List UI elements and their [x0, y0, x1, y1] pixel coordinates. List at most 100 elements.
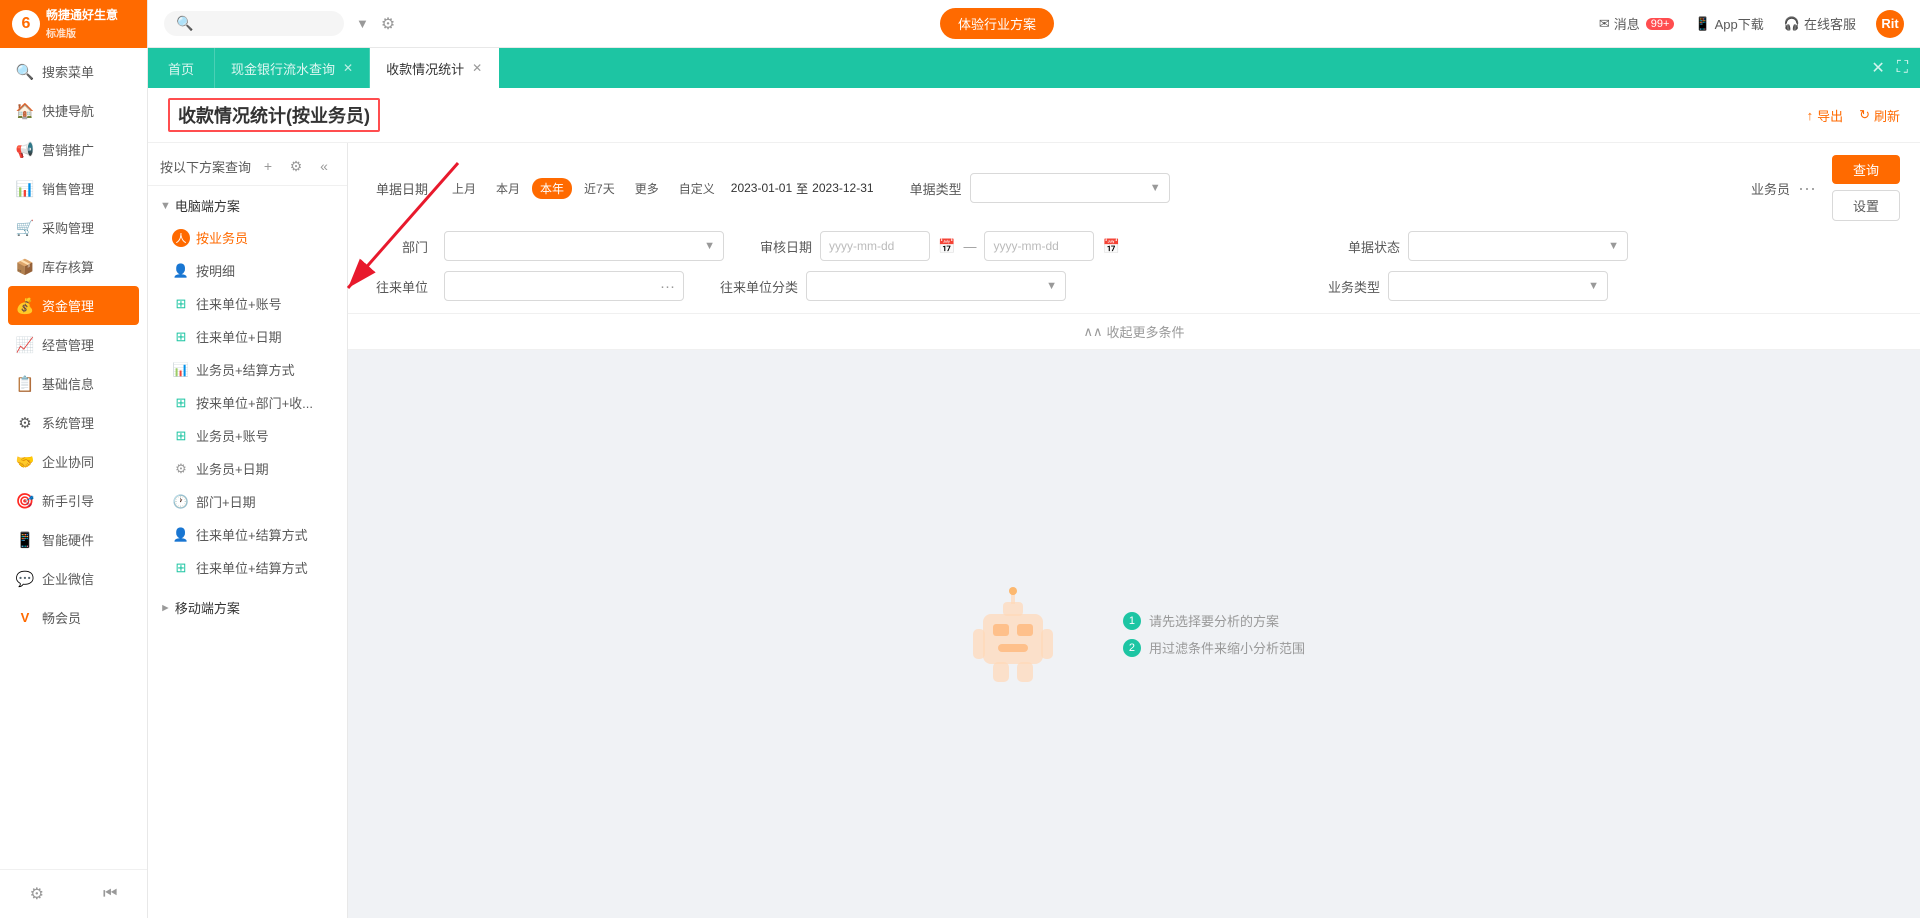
- page-title: 收款情况统计(按业务员): [168, 98, 380, 132]
- message-badge: 99+: [1646, 18, 1675, 30]
- message-btn[interactable]: ✉ 消息 99+: [1599, 14, 1675, 33]
- biz-type-label: 业务类型: [1328, 277, 1380, 296]
- biz-type-down-arrow: ▼: [1588, 280, 1599, 292]
- counterpart-input[interactable]: ···: [444, 271, 684, 301]
- date-shortcut-last-month[interactable]: 上月: [444, 178, 484, 199]
- date-shortcut-7days[interactable]: 近7天: [576, 178, 623, 199]
- counterpart-category-select[interactable]: ▼: [806, 271, 1066, 301]
- scheme-item-salesperson-date[interactable]: ⚙ 业务员+日期: [148, 452, 347, 485]
- sidebar-item-sales[interactable]: 📊 销售管理: [0, 169, 147, 208]
- sidebar-item-inventory[interactable]: 📦 库存核算: [0, 247, 147, 286]
- doc-status-select[interactable]: ▼: [1408, 231, 1628, 261]
- app-logo: 6 畅捷通好生意 标准版: [0, 0, 147, 48]
- date-shortcut-more[interactable]: 更多: [627, 178, 667, 199]
- scheme-item-counterpart-settlement2[interactable]: ⊞ 往来单位+结算方式: [148, 551, 347, 584]
- doc-type-select[interactable]: ▼: [970, 173, 1170, 203]
- sidebar-item-quick-nav[interactable]: 🏠 快捷导航: [0, 91, 147, 130]
- online-service-btn[interactable]: 🎧 在线客服: [1784, 14, 1856, 33]
- counterpart-category-label: 往来单位分类: [720, 277, 798, 296]
- scheme-item-by-dept[interactable]: ⊞ 按来单位+部门+收...: [148, 386, 347, 419]
- scheme-item-counterpart-settlement1[interactable]: 👤 往来单位+结算方式: [148, 518, 347, 551]
- tab-fullscreen-btn[interactable]: ⛶: [1897, 59, 1908, 77]
- date-shortcut-this-month[interactable]: 本月: [488, 178, 528, 199]
- refresh-button[interactable]: ↻ 刷新: [1859, 106, 1900, 125]
- empty-state: 1 请先选择要分析的方案 2 用过滤条件来缩小分析范围: [348, 350, 1920, 918]
- topbar-dropdown-icon[interactable]: ▼: [356, 16, 369, 31]
- pc-scheme-group-header[interactable]: ▼ 电脑端方案: [148, 190, 347, 221]
- main-area: 🔍 ▼ ⚙ 体验行业方案 ✉ 消息 99+ 📱 App下载 🎧 在线客服 Ri: [148, 0, 1920, 918]
- tab-close-all-btn[interactable]: ✕: [1871, 58, 1884, 78]
- dept-label: 部门: [368, 237, 428, 256]
- empty-hint-2: 2 用过滤条件来缩小分析范围: [1123, 638, 1305, 657]
- doc-status-label: 单据状态: [1348, 237, 1400, 256]
- review-date-to[interactable]: yyyy-mm-dd: [984, 231, 1094, 261]
- sidebar-item-purchase[interactable]: 🛒 采购管理: [0, 208, 147, 247]
- counterpart-category-filter: 往来单位分类 ▼: [720, 271, 1292, 301]
- smart-hardware-icon: 📱: [16, 531, 34, 549]
- topbar-search[interactable]: 🔍: [164, 11, 344, 36]
- user-avatar[interactable]: Rit: [1876, 10, 1904, 38]
- scheme-item-counterpart-account[interactable]: ⊞ 往来单位+账号: [148, 287, 347, 320]
- tab-bank-flow[interactable]: 现金银行流水查询 ✕: [215, 48, 370, 88]
- app-download-btn[interactable]: 📱 App下载: [1694, 14, 1763, 33]
- dept-down-arrow: ▼: [704, 240, 715, 252]
- tab-bank-flow-close[interactable]: ✕: [343, 61, 353, 75]
- sidebar-settings-btn[interactable]: ⚙: [24, 878, 50, 910]
- sidebar-item-enterprise[interactable]: 🤝 企业协同: [0, 442, 147, 481]
- review-date-to-placeholder: yyyy-mm-dd: [993, 239, 1058, 253]
- query-button[interactable]: 查询: [1832, 155, 1900, 184]
- sidebar-collapse-btn[interactable]: ⏮: [97, 879, 123, 909]
- scheme-item-salesperson-settlement[interactable]: 📊 业务员+结算方式: [148, 353, 347, 386]
- sidebar-item-smart-hardware[interactable]: 📱 智能硬件: [0, 520, 147, 559]
- chart-icon: 📊: [172, 361, 190, 379]
- sidebar-item-label: 企业微信: [42, 569, 94, 588]
- topbar-settings-icon[interactable]: ⚙: [381, 14, 395, 34]
- sidebar-item-basic-info[interactable]: 📋 基础信息: [0, 364, 147, 403]
- date-shortcut-this-year[interactable]: 本年: [532, 178, 572, 199]
- sidebar-item-operations[interactable]: 📈 经营管理: [0, 325, 147, 364]
- scheme-item-by-detail[interactable]: 👤 按明细: [148, 254, 347, 287]
- operations-icon: 📈: [16, 336, 34, 354]
- scheme-item-counterpart-date[interactable]: ⊞ 往来单位+日期: [148, 320, 347, 353]
- scheme-item-label: 往来单位+账号: [196, 294, 282, 313]
- review-date-from[interactable]: yyyy-mm-dd: [820, 231, 930, 261]
- mobile-group-label: 移动端方案: [175, 598, 240, 617]
- wechat-icon: 💬: [16, 570, 34, 588]
- mobile-scheme-group: ▼ 移动端方案: [148, 588, 347, 627]
- sidebar-item-label: 基础信息: [42, 374, 94, 393]
- calendar-icon-right[interactable]: 📅: [1102, 238, 1119, 255]
- sidebar-item-search-menu[interactable]: 🔍 搜索菜单: [0, 52, 147, 91]
- sidebar-item-guide[interactable]: 🎯 新手引导: [0, 481, 147, 520]
- doc-type-down-arrow: ▼: [1150, 182, 1161, 194]
- biz-type-select[interactable]: ▼: [1388, 271, 1608, 301]
- scheme-item-salesperson-account[interactable]: ⊞ 业务员+账号: [148, 419, 347, 452]
- sidebar-item-vip[interactable]: V 畅会员: [0, 598, 147, 637]
- tab-home[interactable]: 首页: [148, 48, 215, 88]
- add-scheme-btn[interactable]: +: [257, 155, 279, 177]
- export-button[interactable]: ↑ 导出: [1807, 106, 1844, 125]
- filter-area: 单据日期 上月 本月 本年 近7天 更多 自定义 2023-01-01 至 20: [348, 143, 1920, 314]
- dept-select[interactable]: ▼: [444, 231, 724, 261]
- calendar-icon-left[interactable]: 📅: [938, 238, 955, 255]
- collapse-panel-btn[interactable]: «: [313, 155, 335, 177]
- collapse-more-btn[interactable]: ∧∧ 收起更多条件: [1083, 322, 1184, 341]
- date-shortcut-custom[interactable]: 自定义: [671, 178, 723, 199]
- tabbar: 首页 现金银行流水查询 ✕ 收款情况统计 ✕ ✕ ⛶: [148, 48, 1920, 88]
- sidebar-item-finance[interactable]: 💰 资金管理: [8, 286, 139, 325]
- scheme-item-dept-date[interactable]: 🕐 部门+日期: [148, 485, 347, 518]
- mobile-scheme-group-header[interactable]: ▼ 移动端方案: [148, 592, 347, 623]
- sidebar-item-label: 库存核算: [42, 257, 94, 276]
- clock-icon: 🕐: [172, 493, 190, 511]
- sidebar-item-marketing[interactable]: 📢 营销推广: [0, 130, 147, 169]
- counterpart-label: 往来单位: [368, 277, 428, 296]
- trial-button[interactable]: 体验行业方案: [940, 8, 1054, 39]
- sidebar-item-system[interactable]: ⚙ 系统管理: [0, 403, 147, 442]
- scheme-settings-btn[interactable]: ⚙: [285, 155, 307, 177]
- tab-collection-stats[interactable]: 收款情况统计 ✕: [370, 48, 499, 88]
- tab-collection-stats-close[interactable]: ✕: [472, 61, 482, 75]
- settings-button[interactable]: 设置: [1832, 190, 1900, 221]
- salesperson-more-icon[interactable]: ···: [1798, 178, 1816, 199]
- sidebar-item-label: 系统管理: [42, 413, 94, 432]
- sidebar-item-wechat[interactable]: 💬 企业微信: [0, 559, 147, 598]
- scheme-item-by-salesperson[interactable]: 人 按业务员: [148, 221, 347, 254]
